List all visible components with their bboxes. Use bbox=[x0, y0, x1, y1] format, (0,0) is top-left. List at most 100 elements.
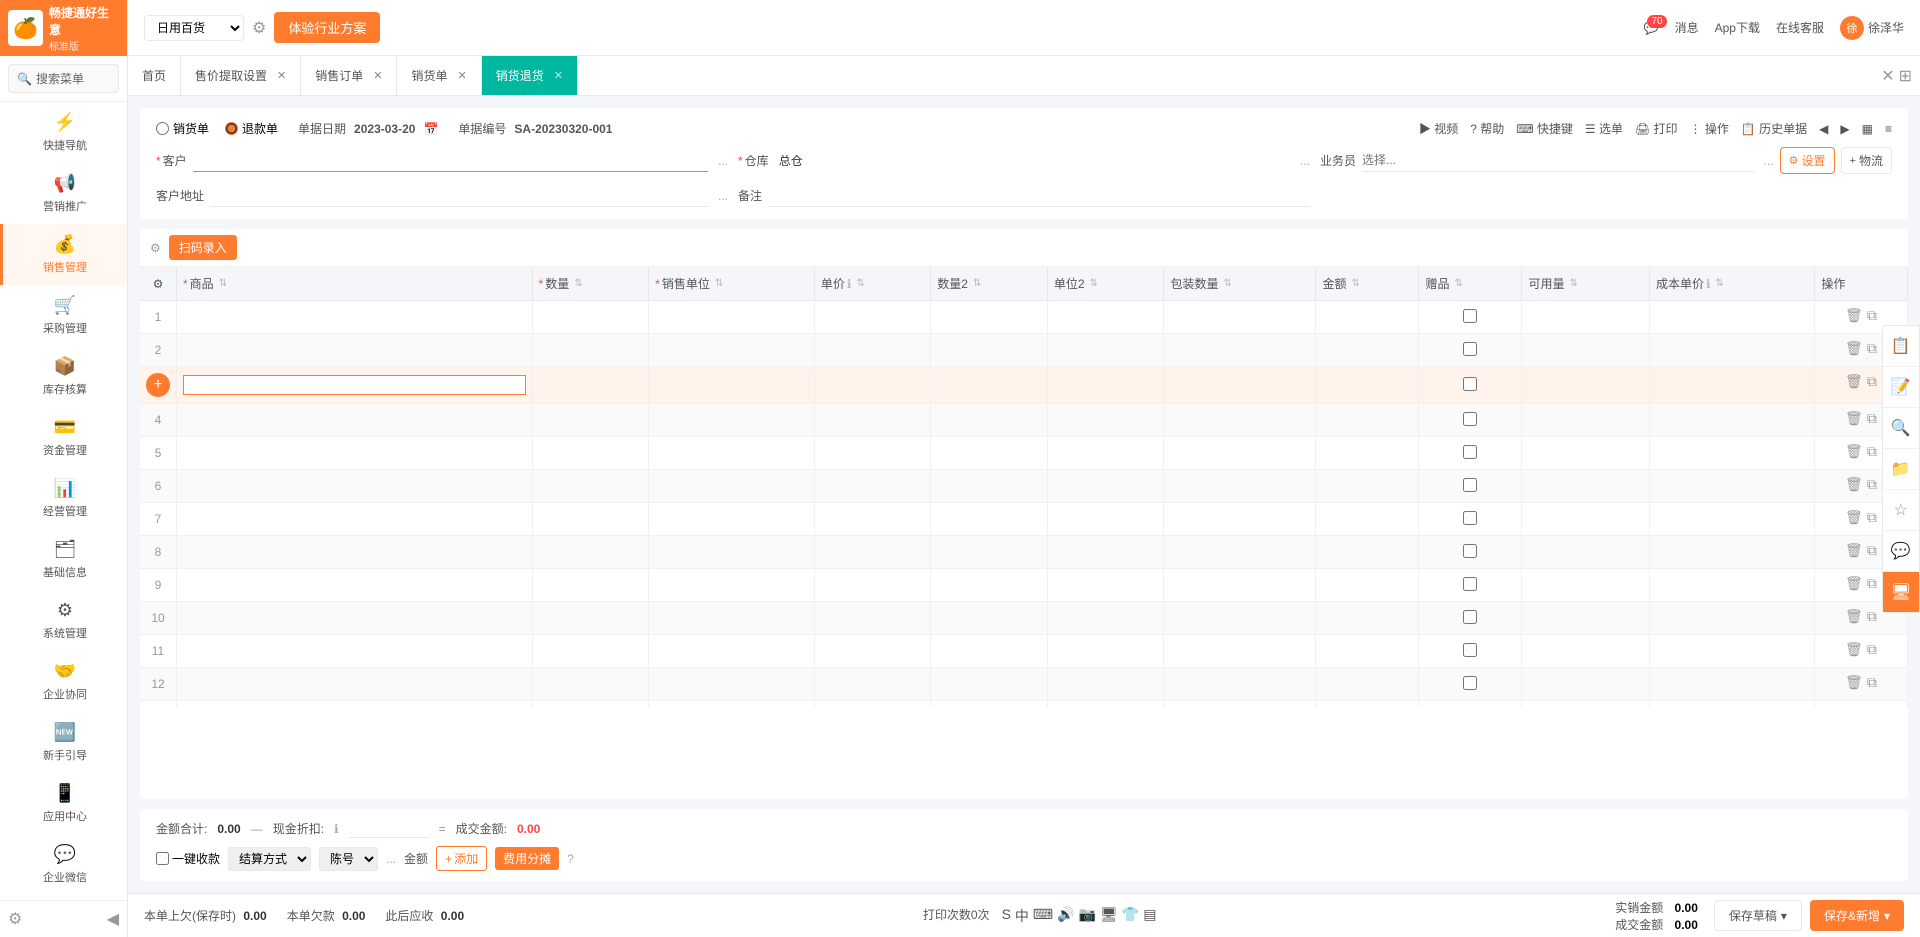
status-icon-4[interactable]: 🔊 bbox=[1057, 906, 1074, 926]
address-input[interactable] bbox=[210, 184, 708, 207]
qty2-cell-3[interactable] bbox=[931, 367, 1048, 404]
salesperson-input[interactable] bbox=[1362, 149, 1754, 172]
unit2-cell-2[interactable] bbox=[1047, 334, 1164, 367]
gift-checkbox-3[interactable] bbox=[1463, 377, 1477, 391]
unit-price-cell-1[interactable] bbox=[814, 301, 930, 334]
sidebar-item-system[interactable]: ⚙ 系统管理 bbox=[0, 590, 127, 651]
sales-unit-cell-3[interactable] bbox=[649, 367, 815, 404]
available-cell-2[interactable] bbox=[1522, 334, 1650, 367]
unit-price-cell-3[interactable] bbox=[814, 367, 930, 404]
sidebar-item-purchase[interactable]: 🛒 采购管理 bbox=[0, 285, 127, 346]
warehouse-dots[interactable]: ... bbox=[1300, 154, 1310, 168]
delete-icon[interactable]: 🗑 bbox=[1845, 674, 1863, 694]
app-download-link[interactable]: App下载 bbox=[1715, 19, 1760, 36]
sidebar-item-basics[interactable]: 🗂 基础信息 bbox=[0, 529, 127, 590]
sidebar-item-apps[interactable]: 📱 应用中心 bbox=[0, 773, 127, 834]
delete-icon[interactable]: 🗑 bbox=[1845, 476, 1863, 496]
copy-icon[interactable]: ⧉ bbox=[1867, 443, 1877, 463]
trial-btn[interactable]: 体验行业方案 bbox=[274, 12, 380, 43]
tab-sales-return-close[interactable]: ✕ bbox=[554, 69, 563, 82]
copy-icon-3[interactable]: ⧉ bbox=[1867, 373, 1877, 393]
view-toggle-2[interactable]: ≡ bbox=[1885, 122, 1892, 136]
copy-icon[interactable]: ⧉ bbox=[1867, 575, 1877, 595]
right-icon-star[interactable]: ☆ bbox=[1883, 490, 1919, 531]
gift-col-handle[interactable]: 赠品⇅ bbox=[1425, 275, 1462, 292]
status-icon-5[interactable]: 📷 bbox=[1079, 906, 1096, 926]
account-dots[interactable]: ... bbox=[386, 852, 396, 866]
delete-icon[interactable]: 🗑 bbox=[1845, 575, 1863, 595]
product-cell-1[interactable] bbox=[177, 301, 533, 334]
amount-cell-2[interactable] bbox=[1316, 334, 1419, 367]
sidebar-item-inventory[interactable]: 📦 库存核算 bbox=[0, 346, 127, 407]
expense-split-button[interactable]: 费用分摊 bbox=[495, 847, 559, 870]
sidebar-item-finance[interactable]: 💳 资金管理 bbox=[0, 407, 127, 468]
tab-layout-button[interactable]: ⊞ bbox=[1899, 66, 1912, 86]
status-icon-3[interactable]: ⌨ bbox=[1033, 906, 1053, 926]
topbar-settings-icon[interactable]: ⚙ bbox=[252, 18, 266, 38]
discount-input[interactable] bbox=[349, 819, 429, 838]
delete-icon-2[interactable]: 🗑 bbox=[1845, 340, 1863, 360]
tab-sales-order[interactable]: 销售订单 ✕ bbox=[301, 56, 397, 96]
gift-checkbox-1[interactable] bbox=[1463, 309, 1477, 323]
radio-sales[interactable]: 销货单 bbox=[156, 120, 209, 137]
tab-sales[interactable]: 销货单 ✕ bbox=[397, 56, 481, 96]
qty2-cell-2[interactable] bbox=[931, 334, 1048, 367]
print-link[interactable]: 🖨 打印 bbox=[1635, 120, 1678, 137]
delete-icon[interactable]: 🗑 bbox=[1845, 608, 1863, 628]
delete-icon[interactable]: 🗑 bbox=[1845, 443, 1863, 463]
add-payment-button[interactable]: + 添加 bbox=[436, 846, 487, 871]
copy-icon[interactable]: ⧉ bbox=[1867, 476, 1877, 496]
calc-method-select[interactable]: 结算方式 bbox=[228, 847, 311, 871]
scan-input-button[interactable]: 扫码录入 bbox=[169, 235, 237, 260]
sidebar-item-quick-nav[interactable]: ⚡ 快捷导航 bbox=[0, 102, 127, 163]
copy-icon-1[interactable]: ⧉ bbox=[1867, 307, 1877, 327]
sidebar-settings-button[interactable]: ⚙ bbox=[8, 909, 22, 929]
logistics-button[interactable]: + 物流 bbox=[1841, 147, 1892, 174]
dropdown-icon[interactable]: ▾ bbox=[1781, 909, 1787, 923]
one-click-payment-input[interactable] bbox=[156, 852, 169, 865]
remark-input[interactable] bbox=[768, 184, 1310, 207]
tab-close-all-button[interactable]: ✕ bbox=[1881, 66, 1894, 86]
cost-unit-cell-3[interactable] bbox=[1649, 367, 1814, 404]
qty-col-handle[interactable]: *数量⇅ bbox=[539, 275, 583, 292]
save-draft-button[interactable]: 保存草稿 ▾ bbox=[1714, 900, 1802, 931]
sidebar-item-marketing[interactable]: 📢 营销推广 bbox=[0, 163, 127, 224]
history-link[interactable]: 📋 历史单据 bbox=[1741, 120, 1807, 137]
right-icon-folder[interactable]: 📁 bbox=[1883, 449, 1919, 490]
unit-price-cell-2[interactable] bbox=[814, 334, 930, 367]
sidebar-item-guide[interactable]: 🆕 新手引导 bbox=[0, 712, 127, 773]
product-input-3[interactable] bbox=[183, 375, 526, 395]
unit2-cell-1[interactable] bbox=[1047, 301, 1164, 334]
status-icon-2[interactable]: 中 bbox=[1015, 906, 1029, 926]
product-cell-3[interactable] bbox=[177, 367, 533, 404]
operations-link[interactable]: ⋮ 操作 bbox=[1690, 120, 1729, 137]
account-select[interactable]: 陈号 bbox=[319, 847, 378, 871]
copy-icon[interactable]: ⧉ bbox=[1867, 410, 1877, 430]
qty2-col-handle[interactable]: 数量2⇅ bbox=[937, 275, 981, 292]
sidebar-item-wechat[interactable]: 💬 企业微信 bbox=[0, 834, 127, 895]
delete-icon-3[interactable]: 🗑 bbox=[1845, 373, 1863, 393]
right-icon-screen[interactable]: 🖥 bbox=[1883, 572, 1919, 612]
split-help-icon[interactable]: ? bbox=[567, 852, 574, 866]
pack-qty-cell-3[interactable] bbox=[1164, 367, 1316, 404]
pack-qty-cell-1[interactable] bbox=[1164, 301, 1316, 334]
gear-icon[interactable]: ⚙ bbox=[150, 241, 161, 255]
message-icon-btn[interactable]: 💬 70 bbox=[1644, 21, 1659, 35]
copy-icon[interactable]: ⧉ bbox=[1867, 641, 1877, 661]
settings-button[interactable]: ⚙ 设置 bbox=[1780, 147, 1835, 174]
pack-qty-cell-2[interactable] bbox=[1164, 334, 1316, 367]
delete-icon-1[interactable]: 🗑 bbox=[1845, 307, 1863, 327]
tab-sales-close[interactable]: ✕ bbox=[458, 69, 467, 82]
gift-checkbox-2[interactable] bbox=[1463, 342, 1477, 356]
save-new-button[interactable]: 保存&新增 ▾ bbox=[1810, 900, 1904, 931]
copy-icon[interactable]: ⧉ bbox=[1867, 608, 1877, 628]
add-row-button[interactable]: + bbox=[146, 373, 170, 397]
sidebar-item-sales[interactable]: 💰 销售管理 bbox=[0, 224, 127, 285]
status-icon-1[interactable]: S bbox=[1002, 906, 1011, 926]
delete-icon[interactable]: 🗑 bbox=[1845, 410, 1863, 430]
shortcut-link[interactable]: ⌨ 快捷键 bbox=[1516, 120, 1573, 137]
address-dots[interactable]: ... bbox=[718, 189, 728, 203]
qty-cell-1[interactable] bbox=[532, 301, 649, 334]
product-cell-2[interactable] bbox=[177, 334, 533, 367]
qty2-cell-1[interactable] bbox=[931, 301, 1048, 334]
